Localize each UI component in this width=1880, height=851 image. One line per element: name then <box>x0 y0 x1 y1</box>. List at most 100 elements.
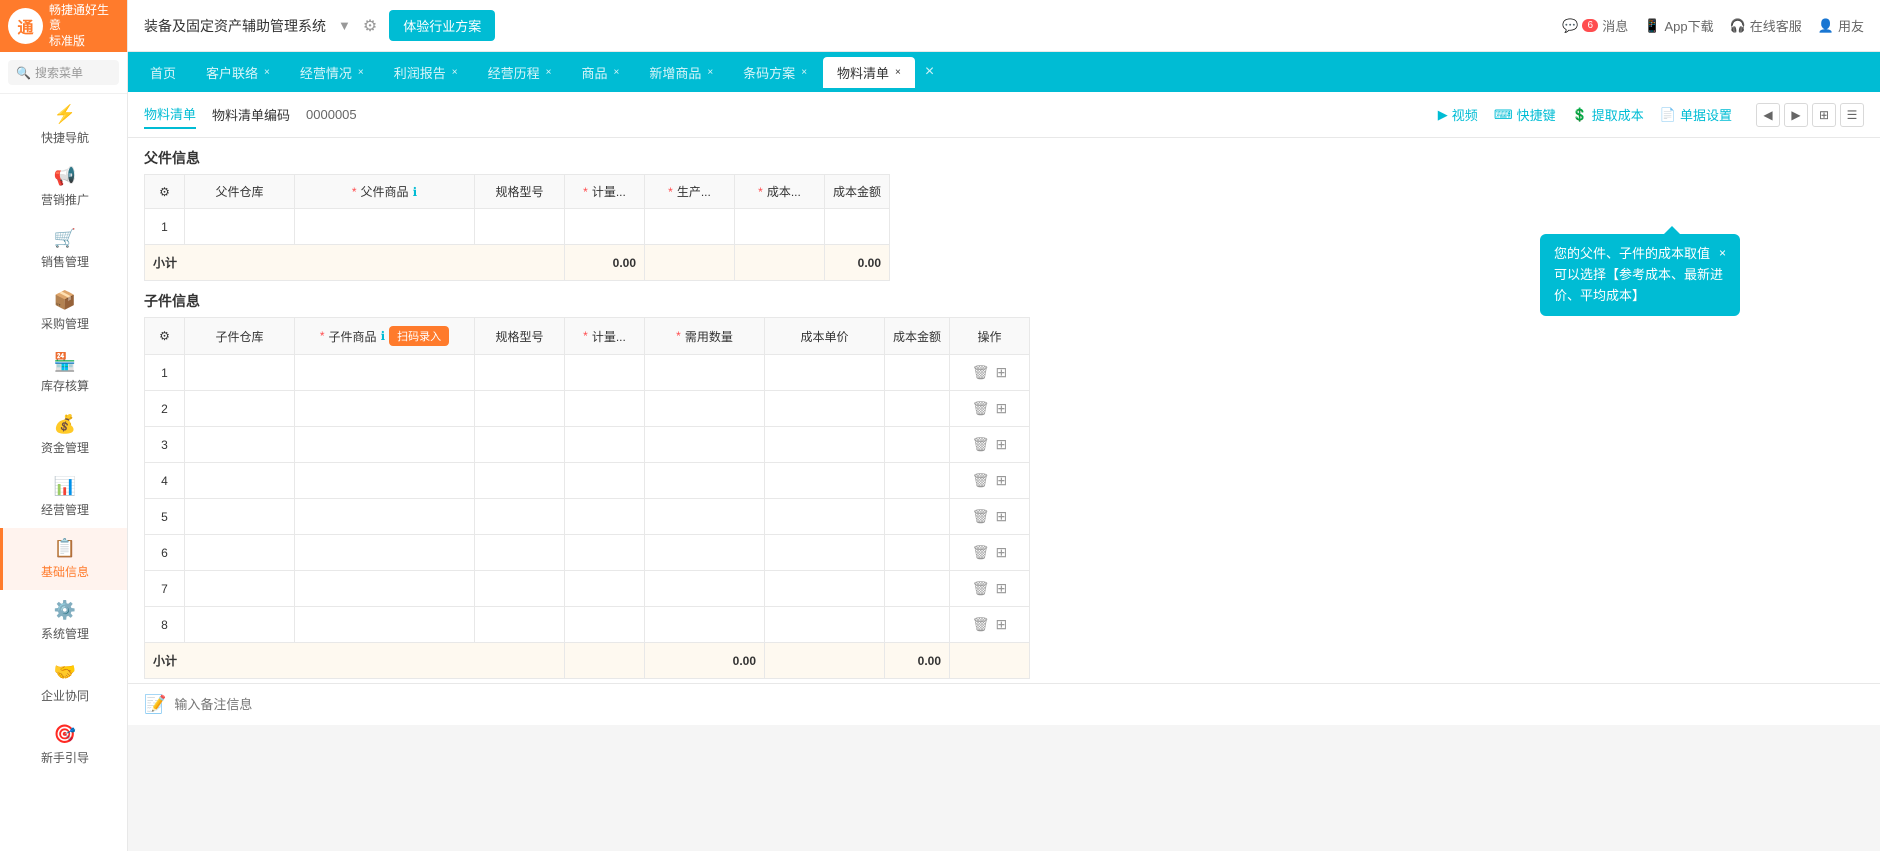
child-row-8-qty[interactable] <box>645 607 765 643</box>
parent-row-1-spec[interactable] <box>475 209 565 245</box>
child-row-4-warehouse[interactable] <box>185 463 295 499</box>
tooltip-close-btn[interactable]: × <box>1719 244 1726 263</box>
tab-history-close[interactable]: × <box>546 67 552 78</box>
copy-icon-7[interactable]: ⊞ <box>996 580 1008 597</box>
child-row-8-spec[interactable] <box>475 607 565 643</box>
child-row-1-unit[interactable] <box>565 355 645 391</box>
action-single-settings[interactable]: 📄 单据设置 <box>1660 105 1732 124</box>
copy-icon-6[interactable]: ⊞ <box>996 544 1008 561</box>
expand-btn[interactable]: ⊞ <box>1812 103 1836 127</box>
tab-close-all[interactable]: × <box>925 63 934 81</box>
parent-th-settings[interactable]: ⚙ <box>145 175 185 209</box>
action-shortcut[interactable]: ⌨ 快捷键 <box>1494 105 1556 124</box>
parent-row-1-produce[interactable] <box>645 209 735 245</box>
parent-row-1-cost[interactable] <box>735 209 825 245</box>
delete-icon-3[interactable]: 🗑 <box>972 436 990 453</box>
child-row-7-unitcost[interactable] <box>765 571 885 607</box>
child-row-5-warehouse[interactable] <box>185 499 295 535</box>
child-row-2-unit[interactable] <box>565 391 645 427</box>
child-row-6-product[interactable] <box>295 535 475 571</box>
child-row-1-qty[interactable] <box>645 355 765 391</box>
sidebar-item-inventory[interactable]: 🏪 库存核算 <box>0 342 127 404</box>
tab-products[interactable]: 商品 × <box>567 57 633 88</box>
sidebar-item-guide[interactable]: 🎯 新手引导 <box>0 714 127 776</box>
child-row-8-unitcost[interactable] <box>765 607 885 643</box>
delete-icon-8[interactable]: 🗑 <box>972 616 990 633</box>
tab-profit[interactable]: 利润报告 × <box>380 57 472 88</box>
child-row-5-unit[interactable] <box>565 499 645 535</box>
child-row-8-warehouse[interactable] <box>185 607 295 643</box>
child-row-3-warehouse[interactable] <box>185 427 295 463</box>
copy-icon-8[interactable]: ⊞ <box>996 616 1008 633</box>
child-row-1-spec[interactable] <box>475 355 565 391</box>
child-row-5-unitcost[interactable] <box>765 499 885 535</box>
child-row-6-qty[interactable] <box>645 535 765 571</box>
child-row-6-unit[interactable] <box>565 535 645 571</box>
child-row-4-unitcost[interactable] <box>765 463 885 499</box>
child-row-6-spec[interactable] <box>475 535 565 571</box>
sidebar-item-operations[interactable]: 📊 经营管理 <box>0 466 127 528</box>
trial-button[interactable]: 体验行业方案 <box>389 10 495 41</box>
delete-icon-6[interactable]: 🗑 <box>972 544 990 561</box>
child-row-3-product[interactable] <box>295 427 475 463</box>
delete-icon-2[interactable]: 🗑 <box>972 400 990 417</box>
tab-home[interactable]: 首页 <box>136 57 190 88</box>
tab-products-close[interactable]: × <box>613 67 619 78</box>
tab-bom[interactable]: 物料清单 × <box>823 57 915 88</box>
child-row-3-spec[interactable] <box>475 427 565 463</box>
tab-new-product-close[interactable]: × <box>707 67 713 78</box>
child-row-1-warehouse[interactable] <box>185 355 295 391</box>
child-row-2-product[interactable] <box>295 391 475 427</box>
action-video[interactable]: ▶ 视频 <box>1438 105 1478 124</box>
parent-row-1-product[interactable] <box>295 209 475 245</box>
tab-barcode[interactable]: 条码方案 × <box>729 57 821 88</box>
child-row-7-spec[interactable] <box>475 571 565 607</box>
parent-row-1-warehouse[interactable] <box>185 209 295 245</box>
subnav-bom-list[interactable]: 物料清单 <box>144 100 196 129</box>
tab-new-product[interactable]: 新增商品 × <box>635 57 727 88</box>
child-row-8-product[interactable] <box>295 607 475 643</box>
child-row-7-unit[interactable] <box>565 571 645 607</box>
child-row-4-spec[interactable] <box>475 463 565 499</box>
sidebar-item-finance[interactable]: 💰 资金管理 <box>0 404 127 466</box>
tab-customer[interactable]: 客户联络 × <box>192 57 284 88</box>
sidebar-item-marketing[interactable]: 📢 营销推广 <box>0 156 127 218</box>
sidebar-item-enterprise[interactable]: 🤝 企业协同 <box>0 652 127 714</box>
child-row-8-unit[interactable] <box>565 607 645 643</box>
tab-bom-close[interactable]: × <box>895 67 901 78</box>
action-extract-cost[interactable]: 💲 提取成本 <box>1572 105 1644 124</box>
sidebar-item-basic-info[interactable]: 📋 基础信息 <box>0 528 127 590</box>
sidebar-item-system[interactable]: ⚙️ 系统管理 <box>0 590 127 652</box>
child-row-4-unit[interactable] <box>565 463 645 499</box>
child-row-2-unitcost[interactable] <box>765 391 885 427</box>
copy-icon-5[interactable]: ⊞ <box>996 508 1008 525</box>
sidebar-item-sales[interactable]: 🛒 销售管理 <box>0 218 127 280</box>
tab-barcode-close[interactable]: × <box>801 67 807 78</box>
message-icon-area[interactable]: 💬 6 消息 <box>1562 16 1628 35</box>
child-row-1-unitcost[interactable] <box>765 355 885 391</box>
sidebar-item-quick-nav[interactable]: ⚡ 快捷导航 <box>0 94 127 156</box>
sidebar-item-purchase[interactable]: 📦 采购管理 <box>0 280 127 342</box>
app-download-area[interactable]: 📱 App下载 <box>1644 16 1713 35</box>
child-row-2-qty[interactable] <box>645 391 765 427</box>
settings-gear-icon[interactable]: ⚙ <box>363 16 377 36</box>
list-view-btn[interactable]: ☰ <box>1840 103 1864 127</box>
user-area[interactable]: 👤 用友 <box>1818 16 1864 35</box>
tab-profit-close[interactable]: × <box>452 67 458 78</box>
scan-button[interactable]: 扫码录入 <box>389 326 449 346</box>
child-row-2-warehouse[interactable] <box>185 391 295 427</box>
tab-operations-close[interactable]: × <box>358 67 364 78</box>
copy-icon-2[interactable]: ⊞ <box>996 400 1008 417</box>
subnav-bom-code[interactable]: 物料清单编码 <box>212 101 290 128</box>
sidebar-search[interactable]: 🔍 搜索菜单 <box>0 52 127 94</box>
child-row-7-qty[interactable] <box>645 571 765 607</box>
tab-history[interactable]: 经营历程 × <box>474 57 566 88</box>
child-row-5-qty[interactable] <box>645 499 765 535</box>
child-row-5-product[interactable] <box>295 499 475 535</box>
tab-operations[interactable]: 经营情况 × <box>286 57 378 88</box>
child-row-7-warehouse[interactable] <box>185 571 295 607</box>
delete-icon-7[interactable]: 🗑 <box>972 580 990 597</box>
child-row-2-spec[interactable] <box>475 391 565 427</box>
child-row-3-unit[interactable] <box>565 427 645 463</box>
child-row-6-unitcost[interactable] <box>765 535 885 571</box>
